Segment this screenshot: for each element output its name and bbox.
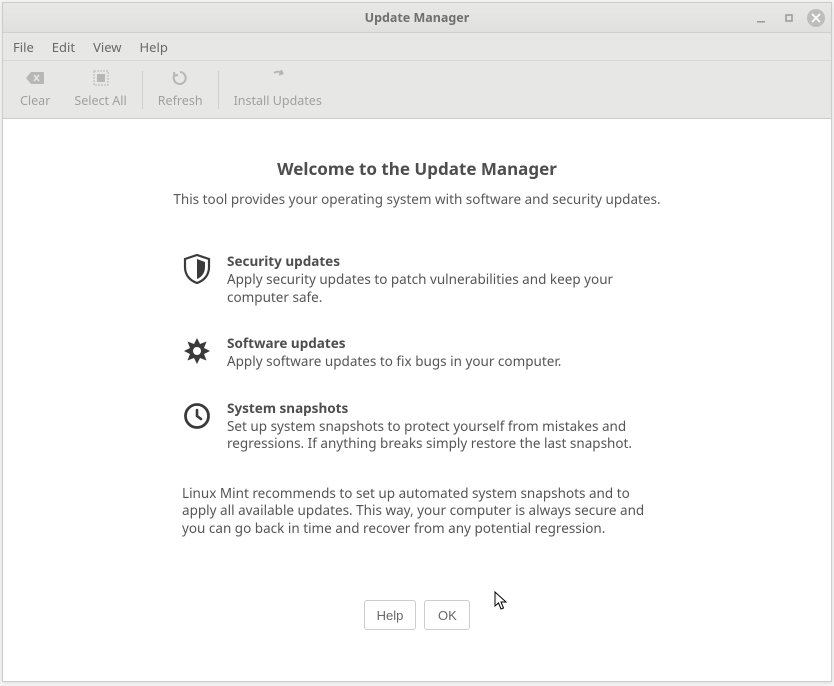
toolbar-install-label: Install Updates: [234, 92, 322, 109]
recommendation-text: Linux Mint recommends to set up automate…: [182, 485, 652, 538]
menu-help[interactable]: Help: [140, 38, 168, 56]
section-software: Software updates Apply software updates …: [182, 334, 652, 371]
shield-icon: [182, 254, 212, 284]
toolbar-clear-label: Clear: [20, 92, 50, 109]
section-snapshots-desc: Set up system snapshots to protect yours…: [227, 418, 652, 453]
menu-edit[interactable]: Edit: [52, 38, 75, 56]
toolbar-select-all-label: Select All: [74, 92, 126, 109]
section-security: Security updates Apply security updates …: [182, 252, 652, 306]
section-snapshots-title: System snapshots: [227, 399, 652, 417]
section-security-title: Security updates: [227, 252, 652, 270]
backspace-icon: [25, 70, 45, 86]
minimize-button[interactable]: [753, 9, 771, 27]
dialog-button-bar: Help OK: [0, 600, 834, 630]
page-subtitle: This tool provides your operating system…: [173, 190, 660, 208]
info-section-list: Security updates Apply security updates …: [182, 252, 652, 481]
update-manager-window: Update Manager File Edit View Help Clear: [2, 2, 832, 682]
toolbar-refresh[interactable]: Refresh: [146, 64, 215, 116]
close-button[interactable]: [807, 9, 825, 27]
menu-file[interactable]: File: [13, 38, 34, 56]
menubar: File Edit View Help: [3, 33, 831, 61]
clock-icon: [182, 401, 212, 431]
toolbar: Clear Select All Refresh Install Updates: [3, 61, 831, 119]
refresh-icon: [172, 70, 188, 86]
ok-button[interactable]: OK: [424, 600, 470, 630]
window-controls: [753, 3, 825, 33]
help-button[interactable]: Help: [364, 600, 417, 630]
menu-view[interactable]: View: [93, 38, 121, 56]
section-software-text: Software updates Apply software updates …: [227, 334, 561, 371]
toolbar-separator: [218, 71, 219, 109]
toolbar-install-updates[interactable]: Install Updates: [222, 64, 334, 116]
install-icon: [270, 70, 286, 86]
toolbar-separator: [142, 71, 143, 109]
section-security-text: Security updates Apply security updates …: [227, 252, 652, 306]
page-title: Welcome to the Update Manager: [277, 157, 557, 180]
welcome-page: Welcome to the Update Manager This tool …: [3, 119, 831, 681]
section-snapshots: System snapshots Set up system snapshots…: [182, 399, 652, 453]
section-snapshots-text: System snapshots Set up system snapshots…: [227, 399, 652, 453]
select-all-icon: [93, 70, 109, 86]
toolbar-refresh-label: Refresh: [158, 92, 203, 109]
window-title: Update Manager: [365, 9, 470, 26]
section-software-desc: Apply software updates to fix bugs in yo…: [227, 353, 561, 371]
star-icon: [182, 336, 212, 366]
titlebar: Update Manager: [3, 3, 831, 33]
toolbar-clear[interactable]: Clear: [8, 64, 62, 116]
maximize-button[interactable]: [780, 9, 798, 27]
section-security-desc: Apply security updates to patch vulnerab…: [227, 271, 652, 306]
toolbar-select-all[interactable]: Select All: [62, 64, 138, 116]
section-software-title: Software updates: [227, 334, 561, 352]
